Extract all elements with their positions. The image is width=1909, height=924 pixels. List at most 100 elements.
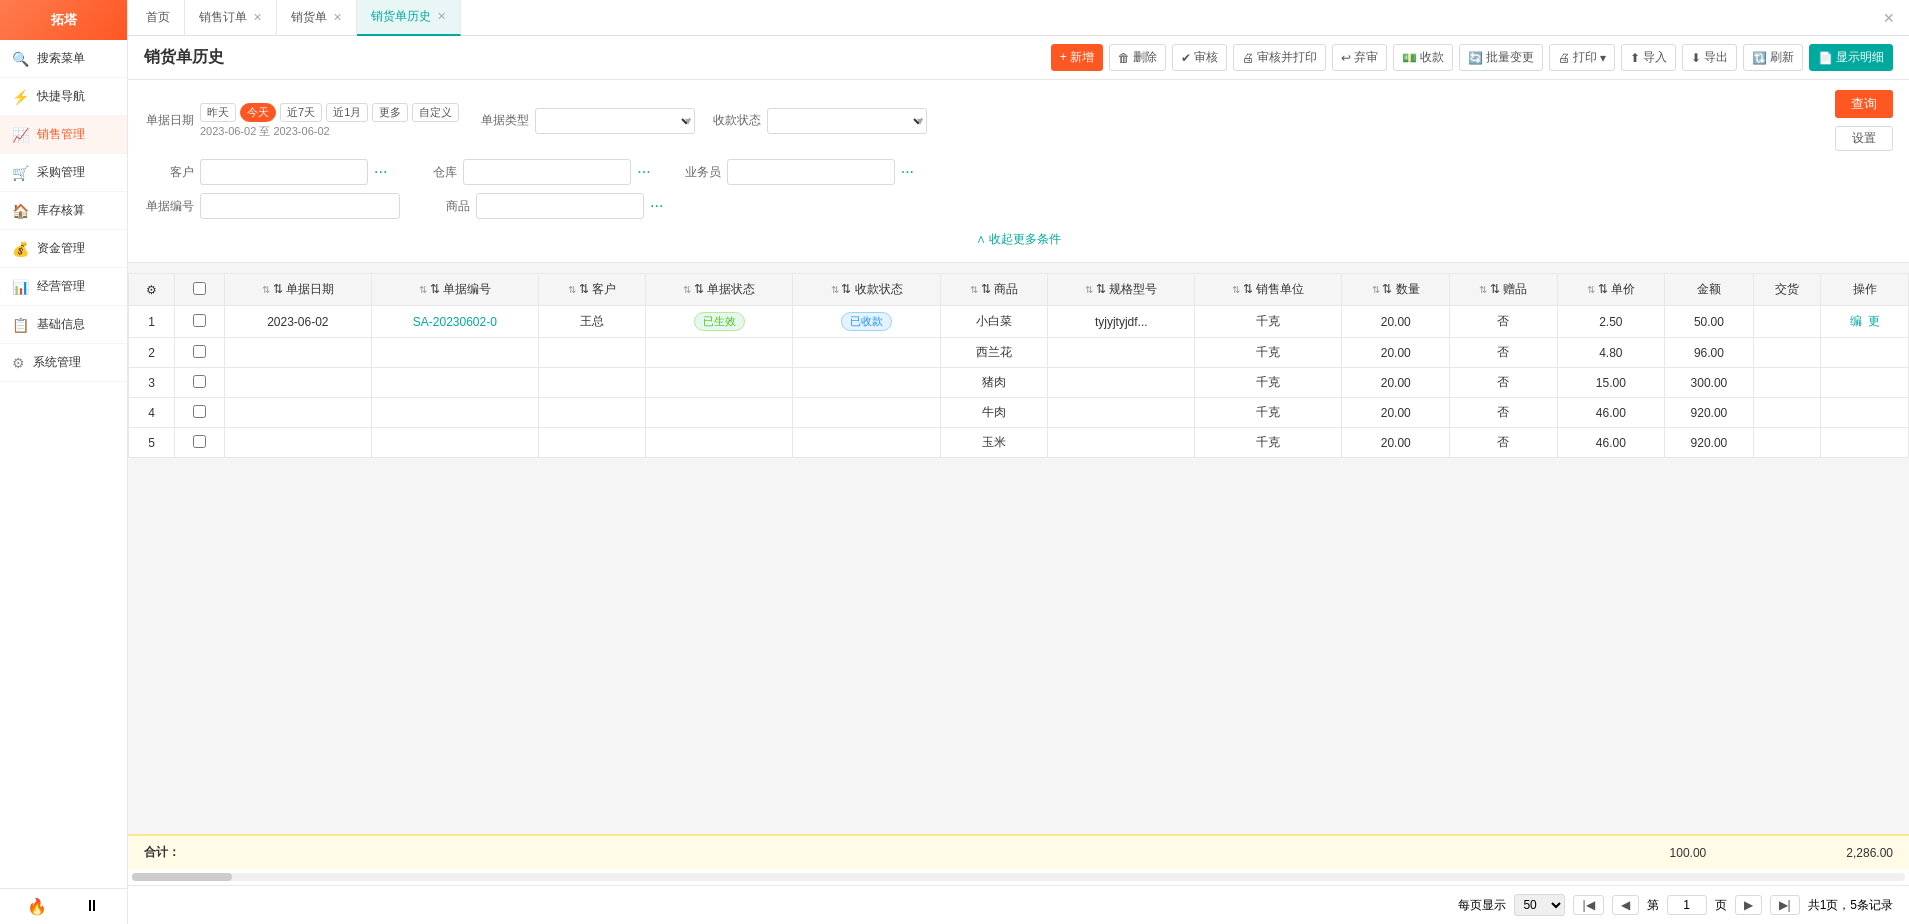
set-button[interactable]: 设置 (1835, 126, 1893, 151)
cell-actions[interactable] (1821, 338, 1909, 368)
sidebar-item-sys-mgmt[interactable]: ⚙ 系统管理 (0, 344, 127, 382)
cell-sales-unit: 千克 (1195, 338, 1342, 368)
goods-picker-icon[interactable]: ··· (650, 198, 663, 214)
sidebar-pause-icon[interactable]: ⏸ (84, 897, 100, 916)
row-checkbox[interactable] (175, 428, 225, 458)
audit-print-button[interactable]: 🖨 审核并打印 (1233, 44, 1326, 71)
col-settings[interactable]: ⚙ (129, 274, 175, 306)
row-checkbox[interactable] (175, 338, 225, 368)
cell-transaction (1753, 428, 1821, 458)
tab-sales-history[interactable]: 销货单历史 ✕ (357, 0, 461, 36)
sidebar-item-finance[interactable]: 💰 资金管理 (0, 230, 127, 268)
goods-input[interactable] (476, 193, 644, 219)
date-btn-1month[interactable]: 近1月 (326, 103, 368, 122)
row-checkbox[interactable] (175, 368, 225, 398)
warehouse-picker-icon[interactable]: ··· (637, 164, 650, 180)
cell-actions[interactable] (1821, 398, 1909, 428)
print-button[interactable]: 🖨 打印 ▾ (1549, 44, 1615, 71)
cell-doc-number[interactable] (371, 368, 538, 398)
row-checkbox[interactable] (175, 306, 225, 338)
tab-home[interactable]: 首页 (132, 0, 185, 36)
col-customer[interactable]: ⇅ 客户 (538, 274, 646, 306)
sidebar-item-search-menu[interactable]: 🔍 搜索菜单 (0, 40, 127, 78)
page-number-input[interactable] (1667, 895, 1707, 915)
delete-button[interactable]: 🗑 删除 (1109, 44, 1166, 71)
col-sales-unit[interactable]: ⇅ 销售单位 (1195, 274, 1342, 306)
tab-sales-history-close[interactable]: ✕ (437, 10, 446, 23)
edit-action[interactable]: 编 (1850, 314, 1862, 328)
tab-sales-delivery-close[interactable]: ✕ (333, 11, 342, 24)
sys-mgmt-icon: ⚙ (12, 355, 25, 371)
collect-button[interactable]: 💵 收款 (1393, 44, 1453, 71)
select-all-checkbox[interactable] (193, 282, 206, 295)
col-doc-number[interactable]: ⇅ 单据编号 (371, 274, 538, 306)
cell-actions[interactable] (1821, 368, 1909, 398)
customer-input[interactable] (200, 159, 368, 185)
batch-change-button[interactable]: 🔄 批量变更 (1459, 44, 1543, 71)
cell-unit-price: 46.00 (1557, 398, 1665, 428)
scrollbar-thumb[interactable] (132, 873, 232, 881)
scrollbar-track[interactable] (132, 873, 1905, 881)
abandon-button[interactable]: ↩ 弃审 (1332, 44, 1387, 71)
refresh-button[interactable]: 🔃 刷新 (1743, 44, 1803, 71)
collapse-conditions[interactable]: ∧ 收起更多条件 (144, 227, 1893, 252)
col-doc-date[interactable]: ⇅ 单据日期 (224, 274, 371, 306)
col-payment-status[interactable]: ⇅ 收款状态 (793, 274, 940, 306)
show-detail-button[interactable]: 📄 显示明细 (1809, 44, 1893, 71)
col-unit-price[interactable]: ⇅ 单价 (1557, 274, 1665, 306)
date-btn-7days[interactable]: 近7天 (280, 103, 322, 122)
sidebar-item-quick-nav[interactable]: ⚡ 快捷导航 (0, 78, 127, 116)
more-action[interactable]: 更 (1868, 314, 1880, 328)
cell-actions[interactable] (1821, 428, 1909, 458)
date-btn-custom[interactable]: 自定义 (412, 103, 459, 122)
salesperson-input[interactable] (727, 159, 895, 185)
add-button[interactable]: + 新增 (1051, 44, 1103, 71)
prev-page-button[interactable]: ◀ (1612, 895, 1639, 915)
sidebar-item-sales-mgmt[interactable]: 📈 销售管理 (0, 116, 127, 154)
sidebar-fire-icon[interactable]: 🔥 (27, 897, 47, 916)
sidebar-item-purchase-mgmt[interactable]: 🛒 采购管理 (0, 154, 127, 192)
cell-doc-number[interactable] (371, 398, 538, 428)
col-goods[interactable]: ⇅ 商品 (940, 274, 1048, 306)
col-spec-type[interactable]: ⇅ 规格型号 (1048, 274, 1195, 306)
sidebar-item-inventory[interactable]: 🏠 库存核算 (0, 192, 127, 230)
salesperson-picker-icon[interactable]: ··· (901, 164, 914, 180)
date-btn-yesterday[interactable]: 昨天 (200, 103, 236, 122)
last-page-button[interactable]: ▶| (1770, 895, 1800, 915)
cell-doc-number[interactable] (371, 338, 538, 368)
customer-picker-icon[interactable]: ··· (374, 164, 387, 180)
doc-type-select[interactable] (535, 108, 695, 134)
warehouse-input[interactable] (463, 159, 631, 185)
sidebar-item-ops-mgmt[interactable]: 📊 经营管理 (0, 268, 127, 306)
close-all-tabs[interactable]: ✕ (1873, 10, 1905, 26)
audit-button[interactable]: ✔ 审核 (1172, 44, 1227, 71)
import-button[interactable]: ⬆ 导入 (1621, 44, 1676, 71)
cell-customer (538, 398, 646, 428)
cell-customer (538, 338, 646, 368)
row-checkbox[interactable] (175, 398, 225, 428)
col-gift[interactable]: ⇅ 赠品 (1450, 274, 1558, 306)
export-button[interactable]: ⬇ 导出 (1682, 44, 1737, 71)
tab-sales-delivery[interactable]: 销货单 ✕ (277, 0, 357, 36)
first-page-button[interactable]: |◀ (1573, 895, 1603, 915)
cell-doc-number[interactable] (371, 428, 538, 458)
doc-type-label: 单据类型 (479, 112, 529, 129)
tab-sales-order-close[interactable]: ✕ (253, 11, 262, 24)
date-btn-today[interactable]: 今天 (240, 103, 276, 122)
date-btn-more[interactable]: 更多 (372, 103, 408, 122)
payment-status-dropdown-icon: ▾ (917, 114, 923, 128)
delete-icon: 🗑 (1118, 51, 1130, 65)
finance-icon: 💰 (12, 241, 29, 257)
col-doc-status[interactable]: ⇅ 单据状态 (646, 274, 793, 306)
query-button[interactable]: 查询 (1835, 90, 1893, 118)
cell-payment-status (793, 428, 940, 458)
doc-number-input[interactable] (200, 193, 400, 219)
cell-actions[interactable]: 编更 (1821, 306, 1909, 338)
tab-sales-order[interactable]: 销售订单 ✕ (185, 0, 277, 36)
payment-status-select[interactable] (767, 108, 927, 134)
cell-doc-number[interactable]: SA-20230602-0 (371, 306, 538, 338)
next-page-button[interactable]: ▶ (1735, 895, 1762, 915)
per-page-select[interactable]: 50 100 200 (1514, 894, 1565, 916)
sidebar-item-basic-info[interactable]: 📋 基础信息 (0, 306, 127, 344)
col-quantity[interactable]: ⇅ 数量 (1342, 274, 1450, 306)
